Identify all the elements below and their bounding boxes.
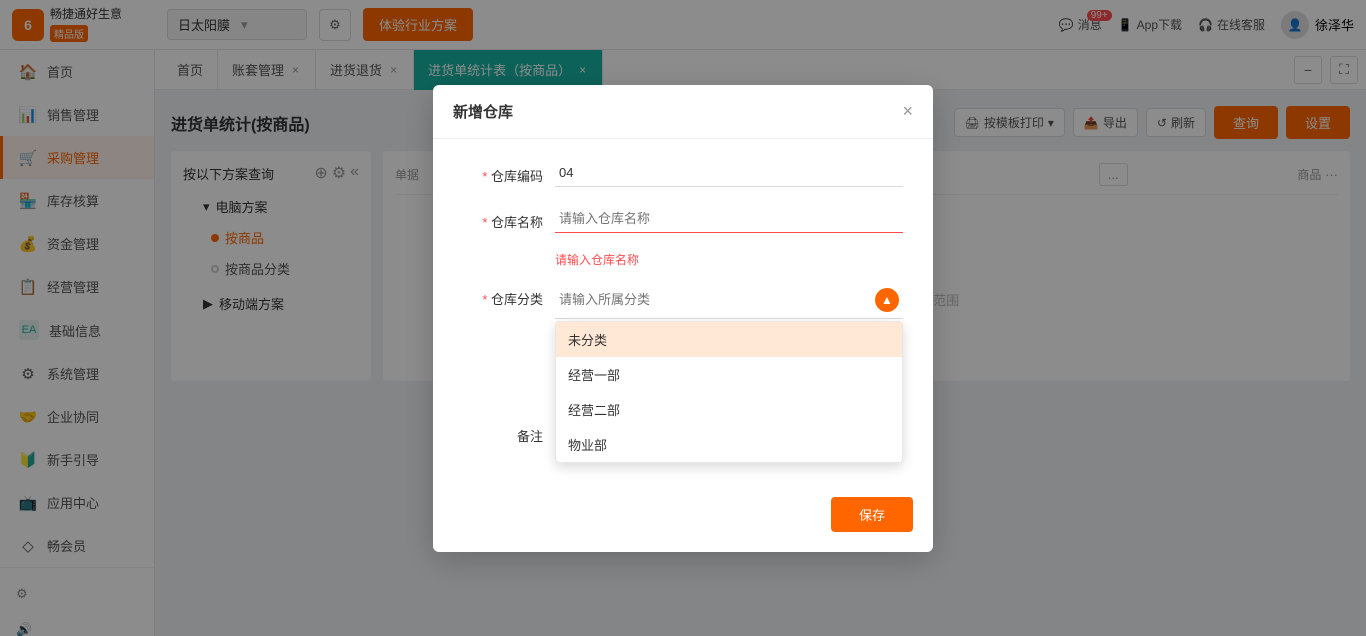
- warehouse-category-dropdown[interactable]: ▲: [555, 282, 903, 319]
- modal-overlay[interactable]: 新增仓库 × 仓库编码 仓库名称 请输入仓库名称 仓库分类: [0, 0, 1366, 636]
- modal-header: 新增仓库 ×: [433, 85, 933, 139]
- modal-close-button[interactable]: ×: [902, 102, 913, 120]
- category-dropdown-list: 未分类 经营一部 经营二部 物业部: [555, 321, 903, 463]
- warehouse-category-label: 仓库分类: [463, 282, 543, 308]
- warehouse-category-wrapper: ▲ 未分类 经营一部 经营二部 物业部: [555, 282, 903, 319]
- warehouse-category-input[interactable]: [559, 292, 875, 307]
- remark-label: 备注: [463, 419, 543, 445]
- modal-title: 新增仓库: [453, 101, 513, 122]
- warehouse-name-error: 请输入仓库名称: [463, 251, 903, 268]
- dropdown-arrow-up-icon[interactable]: ▲: [875, 288, 899, 312]
- warehouse-code-input[interactable]: [555, 159, 903, 187]
- form-row-category: 仓库分类 ▲ 未分类 经营一部: [463, 282, 903, 319]
- dropdown-item-uncategorized[interactable]: 未分类: [556, 322, 902, 357]
- dropdown-item-ops2[interactable]: 经营二部: [556, 392, 902, 427]
- new-warehouse-modal: 新增仓库 × 仓库编码 仓库名称 请输入仓库名称 仓库分类: [433, 85, 933, 552]
- dropdown-item-ops1[interactable]: 经营一部: [556, 357, 902, 392]
- modal-body: 仓库编码 仓库名称 请输入仓库名称 仓库分类 ▲: [433, 139, 933, 485]
- warehouse-name-label: 仓库名称: [463, 205, 543, 231]
- modal-footer: 保存: [433, 485, 933, 552]
- save-button[interactable]: 保存: [831, 497, 913, 532]
- form-row-name-wrapper: 仓库名称 请输入仓库名称: [463, 205, 903, 268]
- warehouse-code-label: 仓库编码: [463, 159, 543, 185]
- warehouse-name-input[interactable]: [555, 205, 903, 233]
- form-row-code: 仓库编码: [463, 159, 903, 187]
- dropdown-item-property[interactable]: 物业部: [556, 427, 902, 462]
- form-row-name: 仓库名称: [463, 205, 903, 233]
